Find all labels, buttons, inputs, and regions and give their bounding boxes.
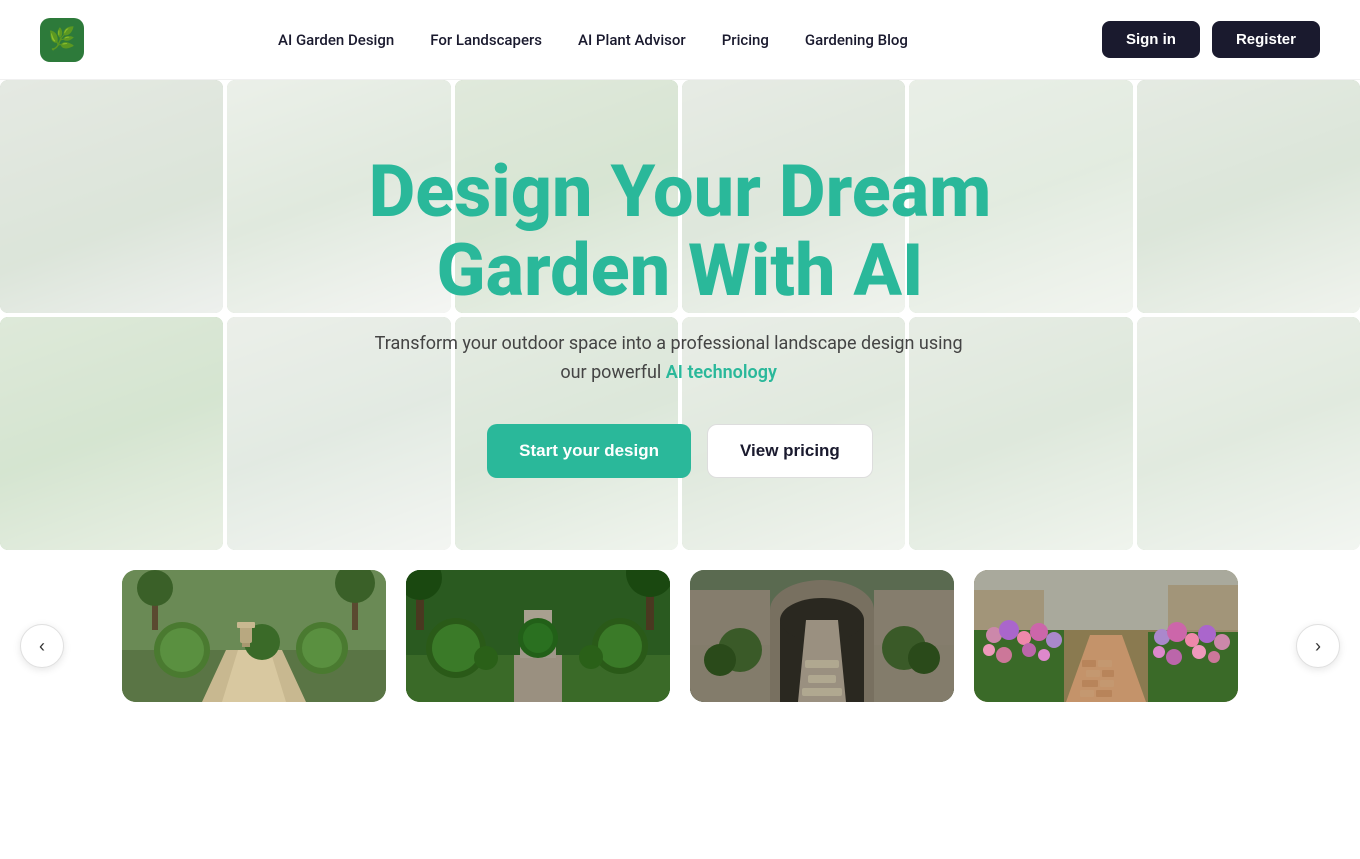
hero-content: Design Your Dream Garden With AI Transfo… [349, 152, 1012, 478]
view-pricing-button[interactable]: View pricing [707, 424, 873, 478]
carousel-item-4 [974, 570, 1238, 702]
bg-tile-7 [0, 317, 223, 550]
hero-title: Design Your Dream Garden With AI [369, 152, 992, 310]
carousel-section: ‹ [0, 550, 1360, 742]
nav-links: AI Garden Design For Landscapers AI Plan… [278, 31, 908, 49]
carousel-next-button[interactable]: › [1296, 624, 1340, 668]
hero-section: Design Your Dream Garden With AI Transfo… [0, 80, 1360, 550]
nav-ai-garden-design[interactable]: AI Garden Design [278, 31, 394, 49]
hero-buttons: Start your design View pricing [369, 424, 992, 478]
bg-tile-12 [1137, 317, 1360, 550]
navbar: 🌿 AI Garden Design For Landscapers AI Pl… [0, 0, 1360, 80]
register-button[interactable]: Register [1212, 21, 1320, 58]
nav-actions: Sign in Register [1102, 21, 1320, 58]
carousel-item-1 [122, 570, 386, 702]
start-design-button[interactable]: Start your design [487, 424, 691, 478]
bg-tile-6 [1137, 80, 1360, 313]
carousel-track [0, 570, 1360, 702]
logo[interactable]: 🌿 [40, 18, 84, 62]
nav-for-landscapers[interactable]: For Landscapers [430, 31, 542, 49]
nav-ai-plant-advisor[interactable]: AI Plant Advisor [578, 31, 686, 49]
nav-pricing[interactable]: Pricing [722, 31, 769, 49]
logo-icon: 🌿 [40, 18, 84, 62]
carousel-prev-button[interactable]: ‹ [20, 624, 64, 668]
carousel-item-3 [690, 570, 954, 702]
carousel-item-2 [406, 570, 670, 702]
bg-tile-1 [0, 80, 223, 313]
hero-ai-link[interactable]: AI technology [666, 362, 777, 383]
signin-button[interactable]: Sign in [1102, 21, 1200, 58]
hero-subtitle: Transform your outdoor space into a prof… [369, 330, 969, 388]
nav-gardening-blog[interactable]: Gardening Blog [805, 31, 908, 49]
